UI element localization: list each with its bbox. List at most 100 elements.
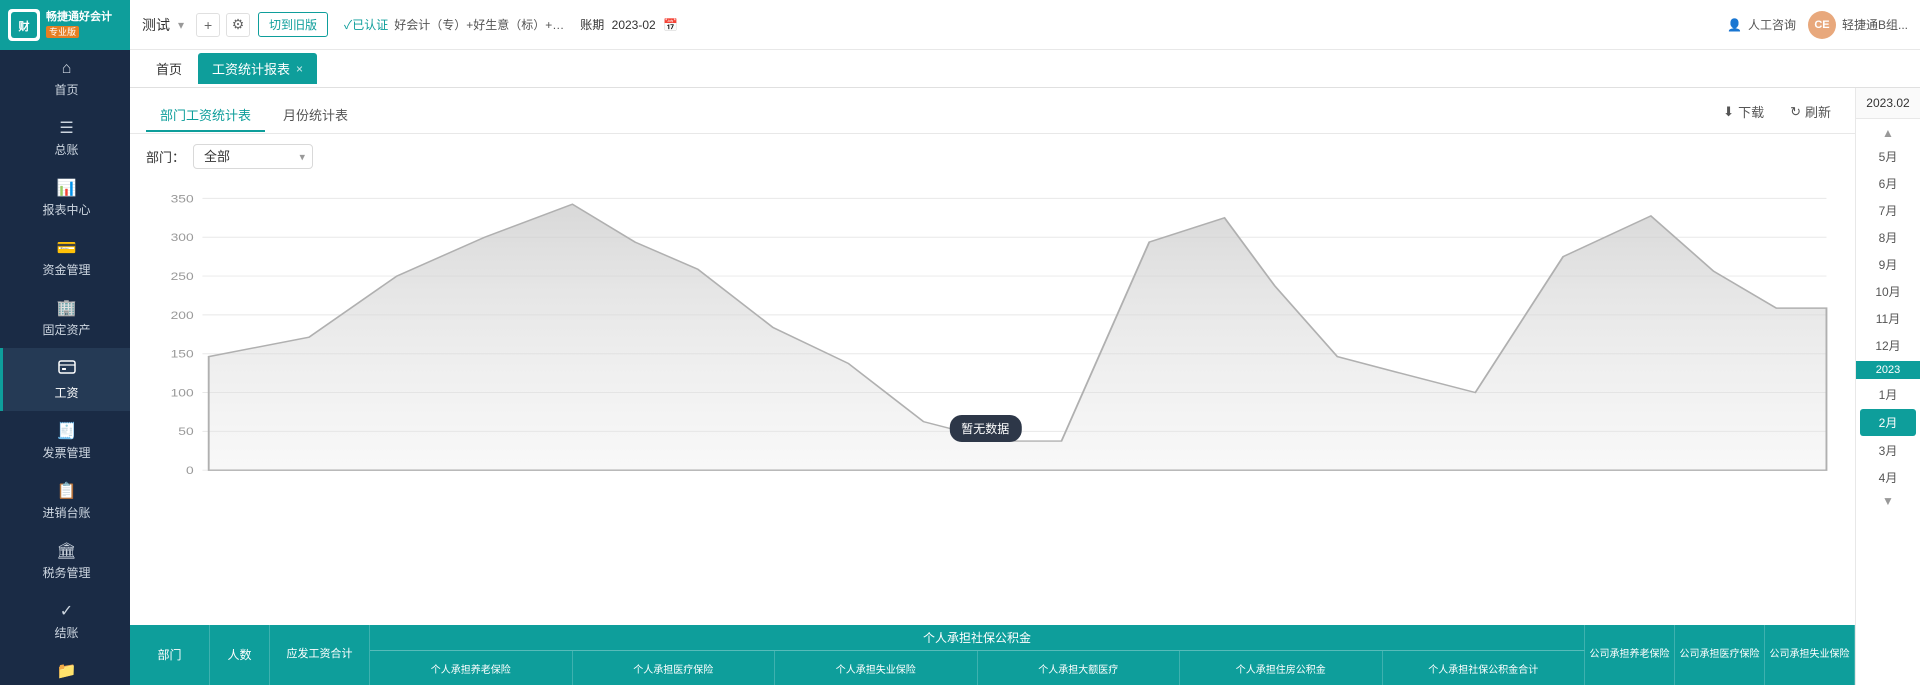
sidebar-item-archive[interactable]: 📁 归档管理: [0, 651, 130, 685]
sidebar-logo: 财 畅捷通好会计 专业版: [0, 0, 130, 50]
right-panel: 2023.02 ▲ 5月 6月 7月 8月 9月 10月 11月 12月 202…: [1855, 88, 1920, 685]
table-header: 部门 人数 应发工资合计 个人承担社保公积金 个人承担养老保险 个人承担医疗保险: [130, 625, 1855, 685]
month-11[interactable]: 11月: [1856, 305, 1920, 332]
month-10[interactable]: 10月: [1856, 278, 1920, 305]
th-company-pension: 公司承担养老保险: [1585, 625, 1675, 685]
svg-text:财: 财: [18, 19, 30, 33]
ledger-icon: ☰: [59, 118, 73, 138]
month-1-2023[interactable]: 1月: [1856, 381, 1920, 408]
year-2023-label: 2023: [1856, 361, 1920, 379]
salary-chart: 350 300 250 200 150 100 50 0: [146, 179, 1839, 509]
th-company-medical: 公司承担医疗保险: [1675, 625, 1765, 685]
calendar-icon[interactable]: 📅: [663, 18, 678, 32]
svg-text:350: 350: [171, 193, 194, 205]
th-count: 人数: [210, 625, 270, 685]
th-dept: 部门: [130, 625, 210, 685]
month-4-2023[interactable]: 4月: [1856, 464, 1920, 491]
service-icon: 👤: [1727, 18, 1742, 32]
year-nav: ▲ 5月 6月 7月 8月 9月 10月 11月 12月 2023 1月 2月 …: [1856, 119, 1920, 685]
sub-tabs: 部门工资统计表 月份统计表 ⬇ 下载 ↻ 刷新: [130, 88, 1855, 134]
th-personal-medical: 个人承担医疗保险: [573, 651, 776, 685]
sidebar-item-assets[interactable]: 🏢 固定资产: [0, 288, 130, 348]
reports-icon: 📊: [57, 178, 77, 198]
download-icon: ⬇: [1723, 104, 1734, 120]
sidebar-item-reports[interactable]: 📊 报表中心: [0, 168, 130, 228]
funds-icon: 💳: [57, 238, 77, 258]
company-name: 测试: [142, 15, 170, 35]
company-dropdown-arrow[interactable]: ▾: [178, 18, 184, 32]
sidebar-item-sales[interactable]: 📋 进销台账: [0, 471, 130, 531]
th-personal-total: 个人承担社保公积金合计: [1383, 651, 1586, 685]
topbar-right: 👤 人工咨询 CE 轻捷通B组...: [1727, 11, 1908, 39]
svg-text:250: 250: [171, 270, 194, 282]
software-tags: 好会计（专）+好生意（标）+…: [394, 16, 564, 33]
month-8[interactable]: 8月: [1856, 224, 1920, 251]
th-group-personal-cells: 个人承担养老保险 个人承担医疗保险 个人承担失业保险 个人承担大额医疗 个人承担…: [370, 651, 1585, 685]
main-area: 测试 ▾ + ⚙ 切到旧版 ✓已认证 好会计（专）+好生意（标）+… 账期 20…: [130, 0, 1920, 685]
toolbar: 部门： 全部 财务部 销售部 技术部 行政部 ▾: [130, 134, 1855, 179]
checkout-icon: ✓: [60, 601, 73, 621]
month-7[interactable]: 7月: [1856, 197, 1920, 224]
assets-icon: 🏢: [57, 298, 77, 318]
month-3-2023[interactable]: 3月: [1856, 437, 1920, 464]
period-info: 账期 2023-02 📅: [580, 16, 678, 33]
month-5[interactable]: 5月: [1856, 143, 1920, 170]
month-9[interactable]: 9月: [1856, 251, 1920, 278]
sub-tab-month[interactable]: 月份统计表: [269, 99, 362, 132]
th-personal-major-medical: 个人承担大额医疗: [978, 651, 1181, 685]
switch-old-button[interactable]: 切到旧版: [258, 12, 328, 37]
svg-text:200: 200: [171, 309, 194, 321]
logo-icon: 财: [8, 9, 40, 41]
nav-up-arrow[interactable]: ▲: [1856, 123, 1920, 143]
topbar-icons: + ⚙: [196, 13, 250, 37]
content-main: 部门工资统计表 月份统计表 ⬇ 下载 ↻ 刷新: [130, 88, 1855, 685]
sub-tab-dept[interactable]: 部门工资统计表: [146, 99, 265, 132]
sidebar-item-ledger[interactable]: ☰ 总账: [0, 108, 130, 168]
home-icon: ⌂: [62, 60, 72, 78]
chart-area: 350 300 250 200 150 100 50 0: [130, 179, 1855, 625]
year-header: 2023.02: [1856, 88, 1920, 119]
sidebar-nav: ⌂ 首页 ☰ 总账 📊 报表中心 💳 资金管理 🏢 固定资产: [0, 50, 130, 685]
settings-gear-button[interactable]: ⚙: [226, 13, 250, 37]
topbar-tags: ✓已认证 好会计（专）+好生意（标）+…: [344, 16, 564, 33]
th-company-unemployment: 公司承担失业保险: [1765, 625, 1855, 685]
certified-tag: ✓已认证: [344, 16, 388, 33]
customer-service[interactable]: 👤 人工咨询: [1727, 16, 1796, 33]
tab-home[interactable]: 首页: [142, 53, 196, 84]
dept-label: 部门：: [146, 147, 185, 166]
logo-text: 畅捷通好会计 专业版: [46, 10, 112, 40]
th-group-personal: 个人承担社保公积金 个人承担养老保险 个人承担医疗保险 个人承担失业保险 个人承…: [370, 625, 1585, 685]
content-area: 部门工资统计表 月份统计表 ⬇ 下载 ↻ 刷新: [130, 88, 1920, 685]
no-data-tooltip: 暂无数据: [949, 415, 1021, 442]
salary-icon: [58, 358, 76, 381]
th-personal-housing: 个人承担住房公积金: [1180, 651, 1383, 685]
invoice-icon: 🧾: [57, 421, 77, 441]
sidebar-item-home[interactable]: ⌂ 首页: [0, 50, 130, 108]
user-profile[interactable]: CE 轻捷通B组...: [1808, 11, 1908, 39]
tax-icon: 🏛: [56, 541, 76, 561]
sidebar-item-invoice[interactable]: 🧾 发票管理: [0, 411, 130, 471]
dept-select-wrapper: 全部 财务部 销售部 技术部 行政部 ▾: [193, 144, 313, 169]
sidebar-item-checkout[interactable]: ✓ 结账: [0, 591, 130, 651]
sidebar-item-tax[interactable]: 🏛 税务管理: [0, 531, 130, 591]
action-buttons: ⬇ 下载 ↻ 刷新: [1715, 98, 1839, 133]
svg-text:0: 0: [186, 465, 194, 477]
nav-down-arrow[interactable]: ▼: [1856, 491, 1920, 511]
tab-close-icon[interactable]: ×: [296, 62, 303, 76]
tab-salary[interactable]: 工资统计报表 ×: [198, 53, 317, 84]
dept-select[interactable]: 全部 财务部 销售部 技术部 行政部: [193, 144, 313, 169]
download-button[interactable]: ⬇ 下载: [1715, 98, 1772, 125]
svg-text:100: 100: [171, 387, 194, 399]
month-6[interactable]: 6月: [1856, 170, 1920, 197]
sidebar-item-funds[interactable]: 💳 资金管理: [0, 228, 130, 288]
month-12[interactable]: 12月: [1856, 332, 1920, 359]
tabs-bar: 首页 工资统计报表 ×: [130, 50, 1920, 88]
sidebar-item-salary[interactable]: 工资: [0, 348, 130, 411]
month-2-2023[interactable]: 2月: [1860, 409, 1916, 436]
th-personal-pension: 个人承担养老保险: [370, 651, 573, 685]
refresh-button[interactable]: ↻ 刷新: [1782, 98, 1839, 125]
topbar: 测试 ▾ + ⚙ 切到旧版 ✓已认证 好会计（专）+好生意（标）+… 账期 20…: [130, 0, 1920, 50]
add-button[interactable]: +: [196, 13, 220, 37]
refresh-icon: ↻: [1790, 104, 1801, 120]
svg-text:150: 150: [171, 348, 194, 360]
